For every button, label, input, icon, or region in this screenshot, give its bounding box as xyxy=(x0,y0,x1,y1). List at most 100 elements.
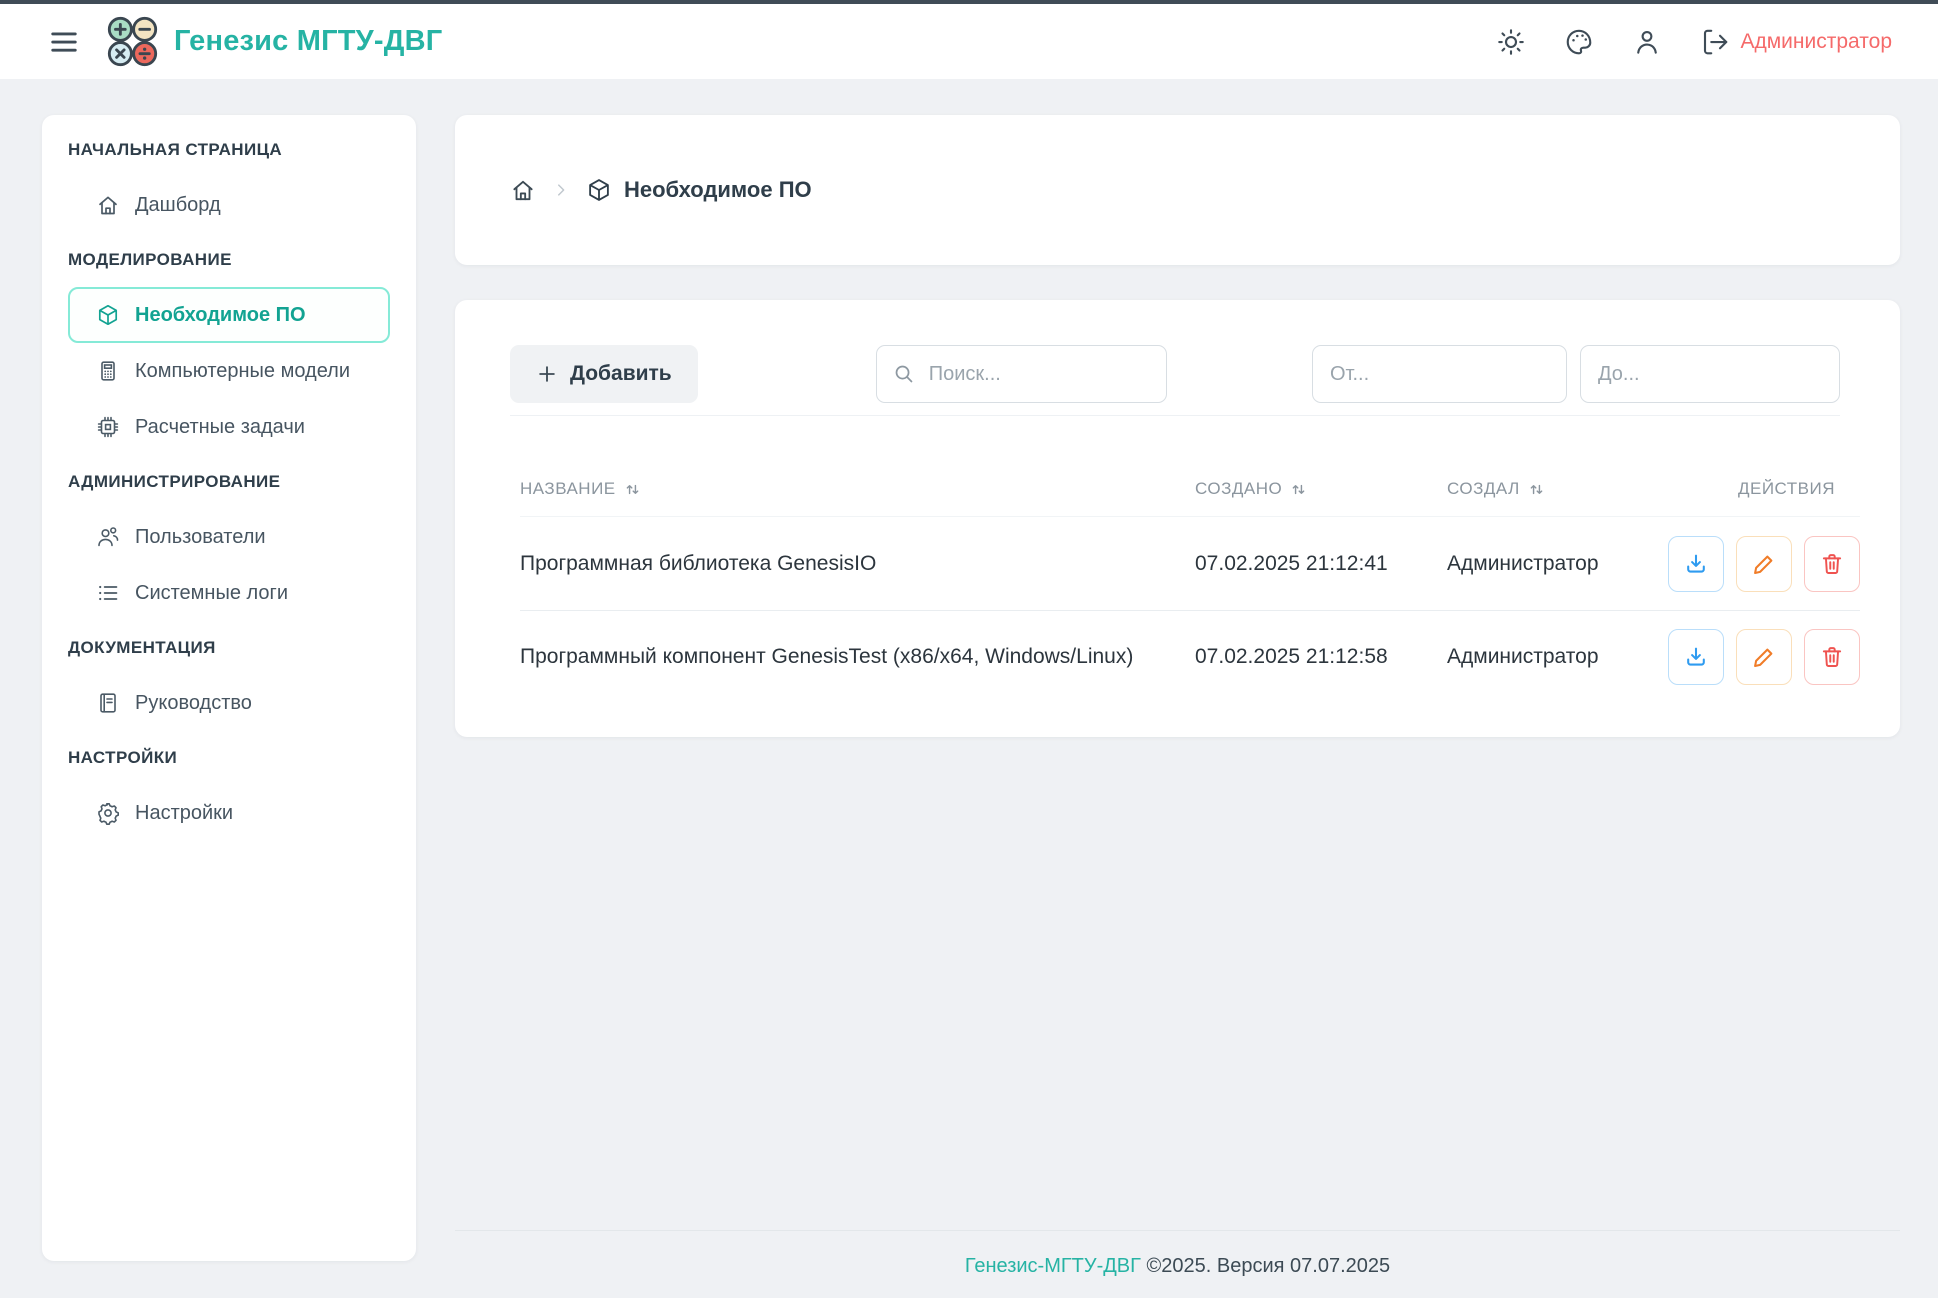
column-header-label: НАЗВАНИЕ xyxy=(520,479,616,498)
software-table-card: Добавить НАЗВАНИЕ СОЗДАНО xyxy=(455,300,1900,737)
cube-icon xyxy=(96,303,120,327)
sidebar-item-manual[interactable]: Руководство xyxy=(68,675,390,731)
logout-icon xyxy=(1700,27,1730,57)
users-icon xyxy=(96,525,120,549)
sidebar-heading-home: НАЧАЛЬНАЯ СТРАНИЦА xyxy=(68,140,283,159)
footer-brand-link[interactable]: Генезис-МГТУ-ДВГ xyxy=(965,1255,1141,1277)
cell-name: Программный компонент GenesisTest (x86/x… xyxy=(520,645,1134,668)
current-user-label[interactable]: Администратор xyxy=(1740,30,1892,54)
edit-button[interactable] xyxy=(1736,535,1792,592)
sidebar-item-settings[interactable]: Настройки xyxy=(68,785,390,841)
palette-icon xyxy=(1564,27,1594,57)
list-icon xyxy=(96,581,120,605)
sidebar-item-system-logs[interactable]: Системные логи xyxy=(68,565,390,621)
sidebar-heading-documentation: ДОКУМЕНТАЦИЯ xyxy=(68,638,216,657)
logout-group: Администратор xyxy=(1700,27,1892,57)
search-box xyxy=(875,345,1167,403)
breadcrumb: Необходимое ПО xyxy=(510,177,812,203)
date-from-input[interactable] xyxy=(1312,345,1567,403)
cpu-icon xyxy=(96,415,120,439)
menu-icon xyxy=(47,27,81,57)
column-header-label: СОЗДАНО xyxy=(1195,479,1283,498)
plus-icon xyxy=(536,363,558,385)
column-header-created[interactable]: СОЗДАНО xyxy=(1195,479,1447,499)
sidebar-item-required-software[interactable]: Необходимое ПО xyxy=(68,287,390,343)
column-header-creator[interactable]: СОЗДАЛ xyxy=(1447,479,1655,499)
download-icon xyxy=(1683,644,1709,670)
breadcrumb-card: Необходимое ПО xyxy=(455,115,1900,265)
download-button[interactable] xyxy=(1668,535,1724,592)
table-row: Программный компонент GenesisTest (x86/x… xyxy=(520,610,1860,703)
sort-icon xyxy=(1527,480,1546,499)
app-logo-icon xyxy=(106,15,159,68)
menu-toggle-button[interactable] xyxy=(47,27,81,57)
delete-button[interactable] xyxy=(1804,535,1860,592)
breadcrumb-current-label: Необходимое ПО xyxy=(624,177,812,202)
sidebar-heading-settings: НАСТРОЙКИ xyxy=(68,748,178,767)
edit-icon xyxy=(1751,551,1777,577)
calculator-icon xyxy=(96,359,120,383)
profile-button[interactable] xyxy=(1632,27,1662,57)
cell-creator: Администратор xyxy=(1447,645,1599,668)
sidebar-item-label: Дашборд xyxy=(135,193,221,216)
chevron-right-icon xyxy=(552,181,570,199)
sidebar-item-computation-tasks[interactable]: Расчетные задачи xyxy=(68,399,390,455)
search-input[interactable] xyxy=(875,345,1167,403)
sidebar-item-label: Компьютерные модели xyxy=(135,359,351,382)
table-header-row: НАЗВАНИЕ СОЗДАНО СОЗДАЛ ДЕЙСТВИЯ xyxy=(520,462,1860,517)
cell-actions xyxy=(1655,629,1860,685)
theme-sun-icon xyxy=(1496,27,1526,57)
topbar: Генезис МГТУ-ДВГ Администратор xyxy=(0,0,1938,79)
column-header-name[interactable]: НАЗВАНИЕ xyxy=(520,479,1195,499)
sort-icon xyxy=(623,480,642,499)
delete-button[interactable] xyxy=(1804,629,1860,685)
cell-actions xyxy=(1655,535,1860,592)
cell-creator: Администратор xyxy=(1447,551,1599,575)
sidebar-item-label: Системные логи xyxy=(135,581,289,604)
footer-text: ©2025. Версия 07.07.2025 xyxy=(1146,1255,1391,1277)
sidebar-item-users[interactable]: Пользователи xyxy=(68,509,390,565)
sidebar-heading-modeling: МОДЕЛИРОВАНИЕ xyxy=(68,250,232,269)
topbar-actions: Администратор xyxy=(1496,27,1892,57)
trash-icon xyxy=(1819,644,1845,670)
date-to-input[interactable] xyxy=(1580,345,1840,403)
theme-toggle-button[interactable] xyxy=(1496,27,1526,57)
breadcrumb-current: Необходимое ПО xyxy=(586,177,812,203)
sidebar-heading-administration: АДМИНИСТРИРОВАНИЕ xyxy=(68,472,281,491)
sidebar: НАЧАЛЬНАЯ СТРАНИЦА Дашборд МОДЕЛИРОВАНИЕ… xyxy=(42,115,416,1261)
layout: НАЧАЛЬНАЯ СТРАНИЦА Дашборд МОДЕЛИРОВАНИЕ… xyxy=(0,79,1938,1278)
main-content: Необходимое ПО Добавить НАЗВА xyxy=(455,115,1900,1278)
add-button-label: Добавить xyxy=(570,362,672,385)
app-title: Генезис МГТУ-ДВГ xyxy=(174,25,443,57)
brand[interactable]: Генезис МГТУ-ДВГ xyxy=(106,15,442,68)
cube-icon xyxy=(586,177,612,203)
cell-name: Программная библиотека GenesisIO xyxy=(520,551,877,575)
palette-button[interactable] xyxy=(1564,27,1594,57)
sidebar-item-label: Настройки xyxy=(135,801,234,824)
sidebar-item-label: Необходимое ПО xyxy=(135,303,306,326)
table-row: Программная библиотека GenesisIO 07.02.2… xyxy=(520,517,1860,610)
column-header-label: ДЕЙСТВИЯ xyxy=(1737,479,1835,498)
gear-icon xyxy=(96,801,120,825)
sidebar-item-label: Руководство xyxy=(135,691,252,714)
cell-created: 07.02.2025 21:12:41 xyxy=(1195,551,1388,575)
edit-button[interactable] xyxy=(1736,629,1792,685)
download-icon xyxy=(1683,551,1709,577)
column-header-label: СОЗДАЛ xyxy=(1447,479,1520,498)
logout-button[interactable] xyxy=(1700,27,1730,57)
edit-icon xyxy=(1751,644,1777,670)
sidebar-item-label: Пользователи xyxy=(135,525,266,548)
book-icon xyxy=(96,691,120,715)
breadcrumb-home-link[interactable] xyxy=(510,177,536,203)
home-icon xyxy=(96,193,120,217)
sidebar-item-dashboard[interactable]: Дашборд xyxy=(68,177,390,233)
add-button[interactable]: Добавить xyxy=(510,345,698,403)
sidebar-item-computer-models[interactable]: Компьютерные модели xyxy=(68,343,390,399)
table-toolbar: Добавить xyxy=(510,345,1840,416)
sidebar-item-label: Расчетные задачи xyxy=(135,415,305,438)
download-button[interactable] xyxy=(1668,629,1724,685)
cell-created: 07.02.2025 21:12:58 xyxy=(1195,645,1388,668)
footer: Генезис-МГТУ-ДВГ ©2025. Версия 07.07.202… xyxy=(455,1230,1900,1278)
sort-icon xyxy=(1289,480,1308,499)
trash-icon xyxy=(1819,551,1845,577)
